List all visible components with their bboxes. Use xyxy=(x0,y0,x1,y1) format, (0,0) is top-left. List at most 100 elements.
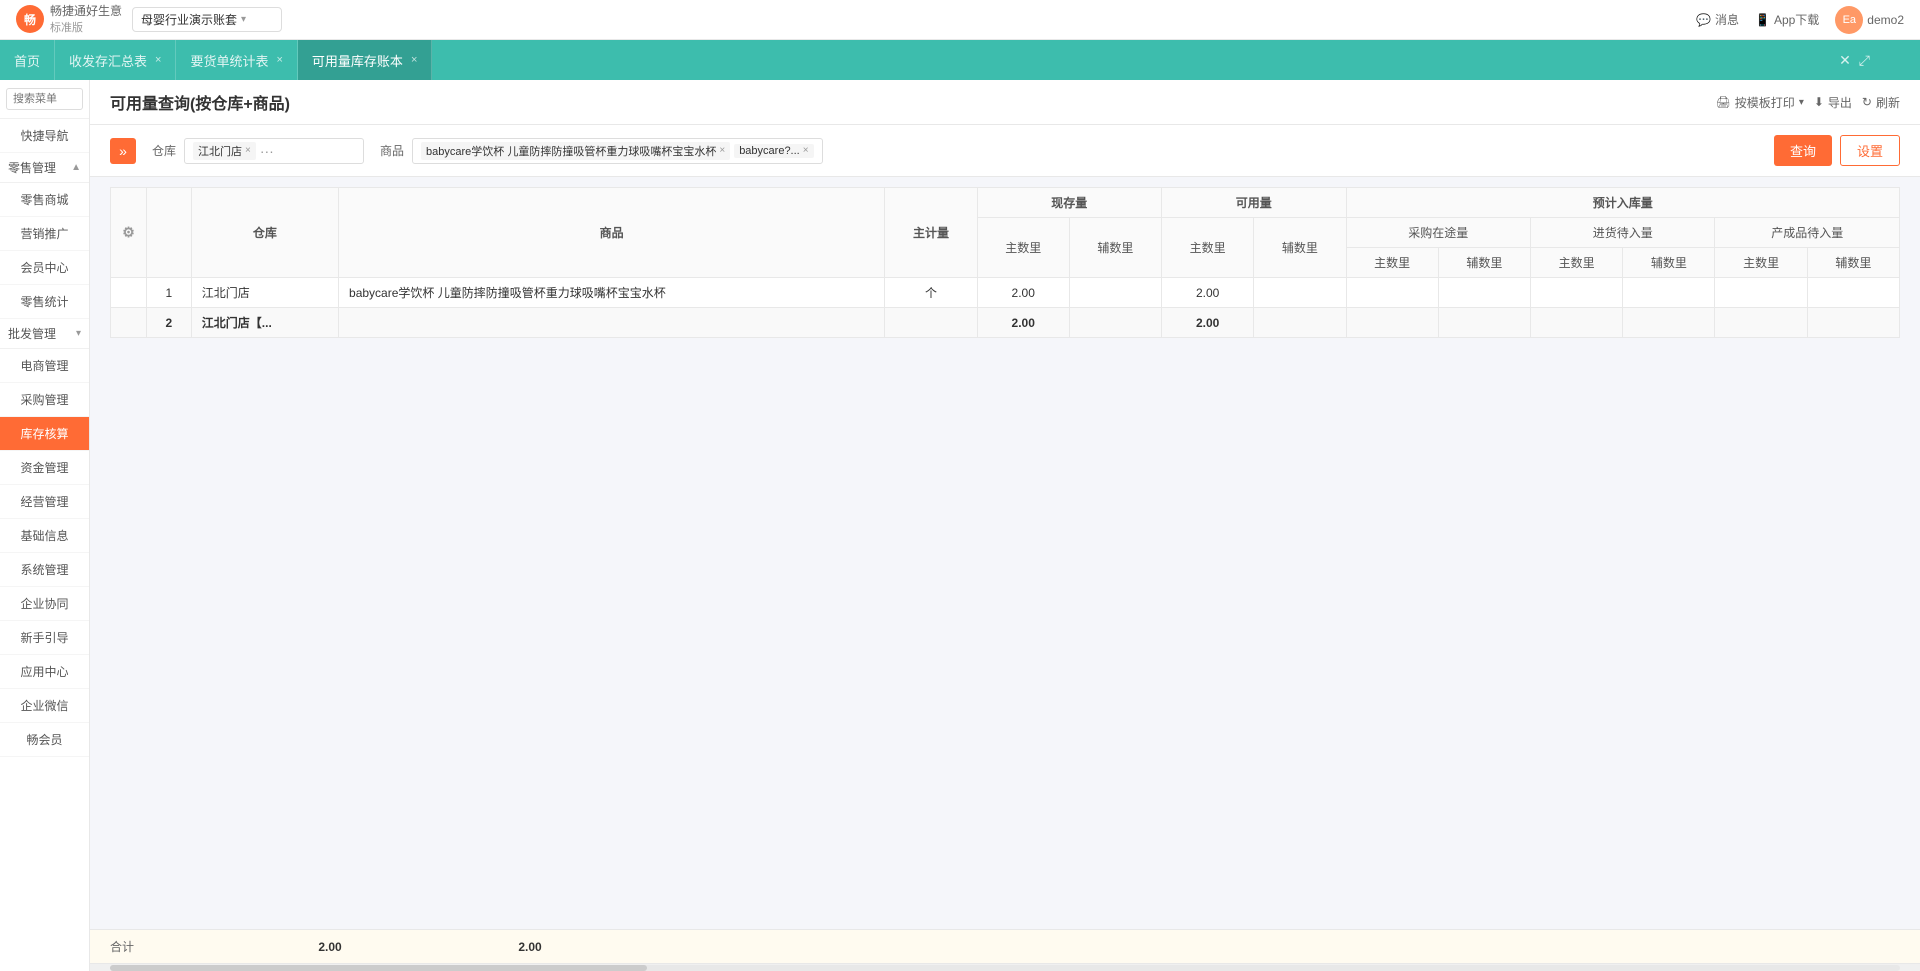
warehouse-more-icon[interactable]: ··· xyxy=(260,143,274,159)
user-btn[interactable]: Ea demo2 xyxy=(1835,6,1904,34)
logo-icon: 畅 xyxy=(16,5,44,33)
summary-bar: 合计 2.00 2.00 xyxy=(90,929,1920,963)
logo-area: 畅 畅捷通好生意 标准版 xyxy=(16,4,122,34)
tab-available-inventory-close[interactable]: × xyxy=(411,54,417,66)
column-settings-icon[interactable]: ⚙ xyxy=(122,224,135,240)
horizontal-scrollbar[interactable] xyxy=(90,963,1920,971)
th-stock-main: 主数里 xyxy=(977,218,1069,278)
cell-stock-aux-2 xyxy=(1069,308,1161,338)
th-produced-main: 主数里 xyxy=(1715,248,1807,278)
cell-purchase-main-1 xyxy=(1346,278,1438,308)
content-area: 可用量查询(按仓库+商品) 🖨 按模板打印 ▾ ⬇ 导出 ↻ 刷新 » xyxy=(90,80,1920,971)
tab-summary[interactable]: 收发存汇总表 × xyxy=(55,40,176,80)
scroll-thumb[interactable] xyxy=(110,965,647,971)
th-produced-aux: 辅数里 xyxy=(1807,248,1899,278)
table-row-subtotal: 2 江北门店【... 2.00 2.00 xyxy=(111,308,1900,338)
th-stock-aux: 辅数里 xyxy=(1069,218,1161,278)
chevron-down-icon: ▾ xyxy=(76,328,81,339)
th-purchase: 采购在途量 xyxy=(1346,218,1530,248)
print-btn[interactable]: 🖨 按模板打印 ▾ xyxy=(1716,94,1804,111)
product-tag-2: babycare?... × xyxy=(734,144,813,158)
cell-purchase-aux-1 xyxy=(1438,278,1530,308)
sidebar-item-app-center[interactable]: 应用中心 xyxy=(0,655,89,689)
cell-unit-1: 个 xyxy=(885,278,977,308)
settings-button[interactable]: 设置 xyxy=(1840,135,1900,166)
download-btn[interactable]: 📱 App下载 xyxy=(1755,11,1819,28)
download-icon: 📱 xyxy=(1755,13,1770,27)
th-index xyxy=(147,188,192,278)
sidebar-item-members[interactable]: 会员中心 xyxy=(0,251,89,285)
sidebar-item-retail-mall[interactable]: 零售商城 xyxy=(0,183,89,217)
sidebar-item-wechat[interactable]: 企业微信 xyxy=(0,689,89,723)
top-bar: 畅 畅捷通好生意 标准版 母婴行业演示账套 ▾ 💬 消息 📱 App下载 Ea … xyxy=(0,0,1920,40)
tab-home-label: 首页 xyxy=(14,51,40,70)
product-input[interactable]: babycare学饮杯 儿童防摔防撞吸管杯重力球吸嘴杯宝宝水杯 × babyca… xyxy=(412,138,823,164)
tab-close-all-icon[interactable]: ✕ xyxy=(1839,52,1851,69)
sidebar-item-basic-info[interactable]: 基础信息 xyxy=(0,519,89,553)
warehouse-tag-close[interactable]: × xyxy=(245,145,251,156)
sidebar-item-marketing[interactable]: 营销推广 xyxy=(0,217,89,251)
chevron-down-icon: ▾ xyxy=(1799,97,1804,108)
sidebar-item-wholesale[interactable]: 批发管理 ▾ xyxy=(0,319,89,349)
warehouse-input[interactable]: 江北门店 × ··· xyxy=(184,138,364,164)
brand-info: 畅捷通好生意 标准版 xyxy=(50,4,122,34)
tab-order-stats-close[interactable]: × xyxy=(276,54,282,66)
product-filter-group: 商品 babycare学饮杯 儿童防摔防撞吸管杯重力球吸嘴杯宝宝水杯 × bab… xyxy=(380,138,823,164)
cell-avail-main-1: 2.00 xyxy=(1162,278,1254,308)
cell-stock-main-2: 2.00 xyxy=(977,308,1069,338)
summary-avail-main: 2.00 xyxy=(430,940,630,954)
th-warehouse: 仓库 xyxy=(191,188,338,278)
refresh-icon: ↻ xyxy=(1862,95,1872,109)
message-label: 消息 xyxy=(1715,11,1739,28)
th-current-stock: 现存量 xyxy=(977,188,1161,218)
summary-values: 2.00 2.00 xyxy=(230,940,1900,954)
search-input[interactable] xyxy=(6,88,83,110)
cell-warehouse-1: 江北门店 xyxy=(191,278,338,308)
store-selector[interactable]: 母婴行业演示账套 ▾ xyxy=(132,7,282,32)
top-bar-right: 💬 消息 📱 App下载 Ea demo2 xyxy=(1696,6,1904,34)
export-btn[interactable]: ⬇ 导出 xyxy=(1814,94,1852,111)
tab-available-inventory[interactable]: 可用量库存账本 × xyxy=(298,40,432,80)
export-icon: ⬇ xyxy=(1814,95,1824,109)
sidebar-item-quick-nav[interactable]: 快捷导航 xyxy=(0,119,89,153)
cell-purchase-main-2 xyxy=(1346,308,1438,338)
message-btn[interactable]: 💬 消息 xyxy=(1696,11,1739,28)
inventory-table: ⚙ 仓库 商品 主计量 现存量 可用量 预计入库量 主数里 辅数里 主数里 xyxy=(110,187,1900,338)
top-bar-left: 畅 畅捷通好生意 标准版 母婴行业演示账套 ▾ xyxy=(16,4,282,34)
sidebar-item-member-program[interactable]: 畅会员 xyxy=(0,723,89,757)
filter-action-buttons: 查询 设置 xyxy=(1774,135,1900,166)
product-tag-1-close[interactable]: × xyxy=(719,145,725,156)
tab-bar-actions: ✕ ⤢ xyxy=(1829,40,1880,80)
cell-product-1: babycare学饮杯 儿童防摔防撞吸管杯重力球吸嘴杯宝宝水杯 xyxy=(339,278,885,308)
tab-expand-icon[interactable]: ⤢ xyxy=(1859,52,1870,69)
th-planned-in: 预计入库量 xyxy=(1346,188,1899,218)
th-purchase-main: 主数里 xyxy=(1346,248,1438,278)
query-button[interactable]: 查询 xyxy=(1774,135,1832,166)
th-settings: ⚙ xyxy=(111,188,147,278)
cell-produced-aux-1 xyxy=(1807,278,1899,308)
th-avail-aux: 辅数里 xyxy=(1254,218,1346,278)
tab-order-stats[interactable]: 要货单统计表 × xyxy=(176,40,297,80)
cell-index-1: 1 xyxy=(147,278,192,308)
cell-avail-aux-1 xyxy=(1254,278,1346,308)
sidebar-item-finance[interactable]: 资金管理 xyxy=(0,451,89,485)
summary-stock-main: 2.00 xyxy=(230,940,430,954)
filter-expand-btn[interactable]: » xyxy=(110,138,136,164)
sidebar-item-purchase[interactable]: 采购管理 xyxy=(0,383,89,417)
sidebar-item-ecommerce[interactable]: 电商管理 xyxy=(0,349,89,383)
sidebar-item-system[interactable]: 系统管理 xyxy=(0,553,89,587)
sidebar-item-enterprise-collab[interactable]: 企业协同 xyxy=(0,587,89,621)
sidebar-item-new-guide[interactable]: 新手引导 xyxy=(0,621,89,655)
th-purchase-aux: 辅数里 xyxy=(1438,248,1530,278)
sidebar-item-inventory[interactable]: 库存核算 xyxy=(0,417,89,451)
sidebar-item-operations[interactable]: 经营管理 xyxy=(0,485,89,519)
refresh-btn[interactable]: ↻ 刷新 xyxy=(1862,94,1900,111)
tab-home[interactable]: 首页 xyxy=(0,40,55,80)
product-label: 商品 xyxy=(380,142,404,159)
product-tag-2-close[interactable]: × xyxy=(803,145,809,156)
tab-summary-close[interactable]: × xyxy=(155,54,161,66)
chevron-up-icon: ▲ xyxy=(71,162,81,173)
sidebar-item-retail-management[interactable]: 零售管理 ▲ xyxy=(0,153,89,183)
sidebar-item-retail-stats[interactable]: 零售统计 xyxy=(0,285,89,319)
avatar: Ea xyxy=(1835,6,1863,34)
